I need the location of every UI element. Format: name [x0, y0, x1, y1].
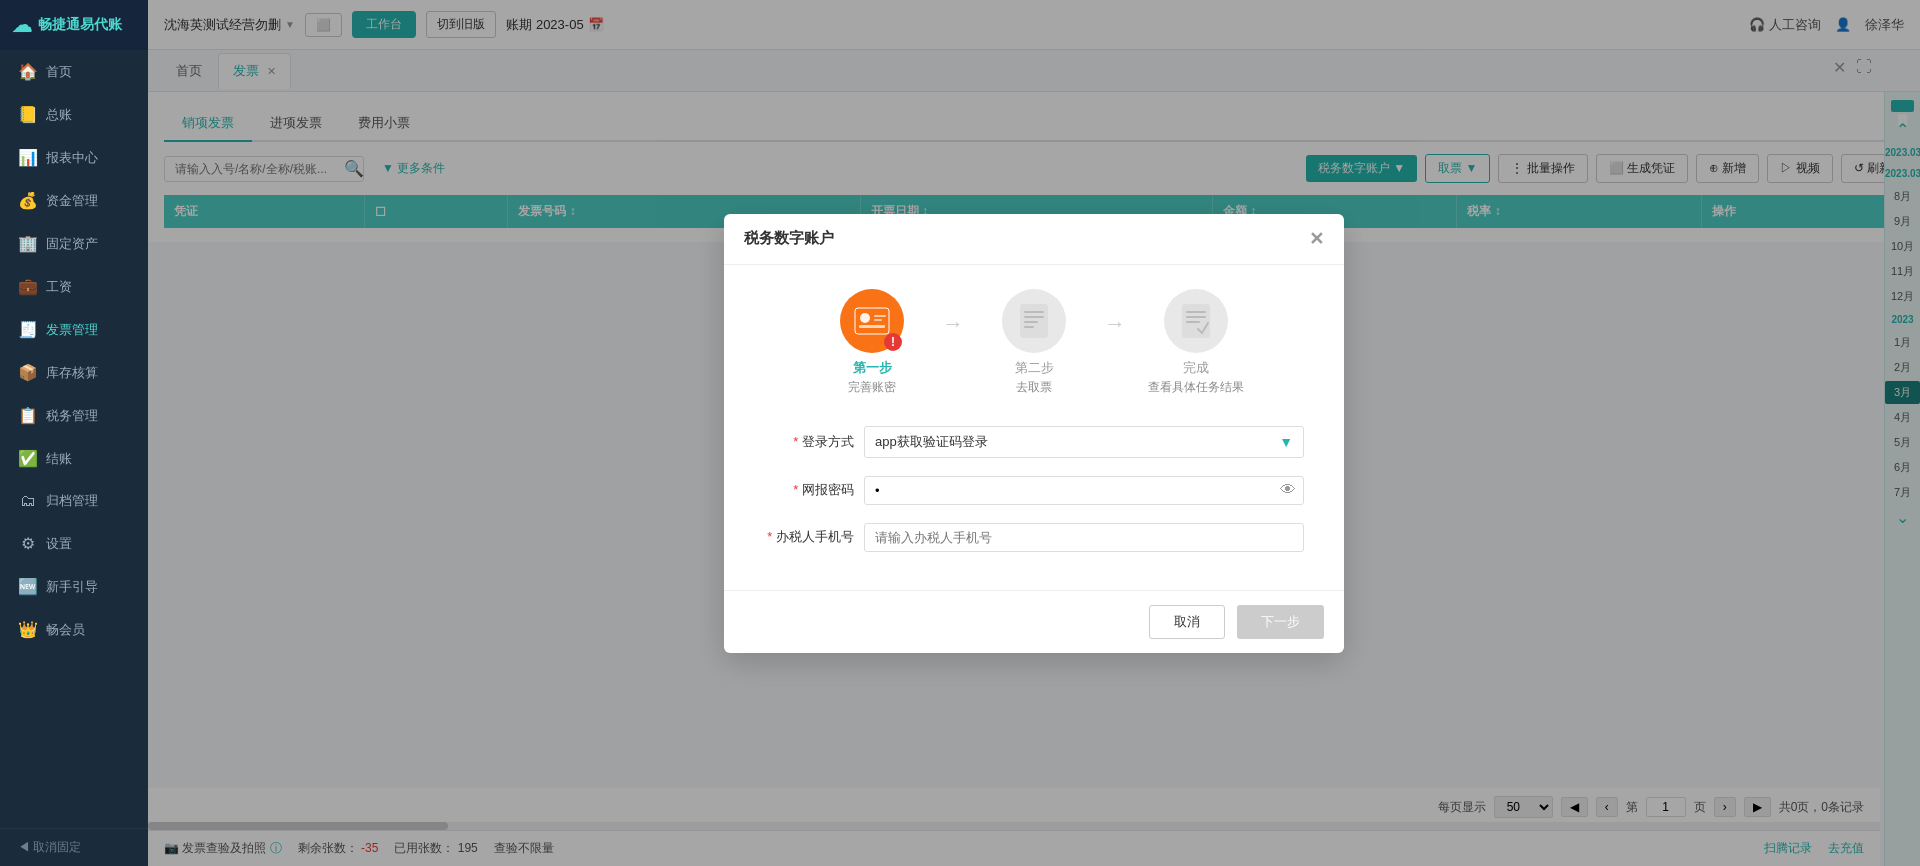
- sidebar-label-ledger: 总账: [46, 106, 72, 124]
- step-3: 完成 查看具体任务结果: [1126, 289, 1266, 396]
- sidebar: ☁ 畅捷通易代账 🏠 首页 📒 总账 📊 报表中心 💰 资金管理 🏢 固定资产 …: [0, 0, 148, 866]
- svg-point-1: [860, 313, 870, 323]
- modal-title: 税务数字账户: [744, 229, 834, 248]
- step2-icon: [1002, 289, 1066, 353]
- home-icon: 🏠: [18, 62, 38, 81]
- sidebar-item-ledger[interactable]: 📒 总账: [0, 93, 148, 136]
- step1-label: 第一步: [853, 359, 892, 377]
- logo-icon: ☁: [12, 13, 32, 37]
- cancel-btn[interactable]: 取消: [1149, 605, 1225, 639]
- unpin-icon: ◀: [18, 840, 30, 854]
- svg-rect-12: [1186, 316, 1206, 318]
- modal-header: 税务数字账户 ✕: [724, 214, 1344, 265]
- app-name: 畅捷通易代账: [38, 16, 122, 34]
- select-chevron-icon: ▼: [1279, 434, 1293, 450]
- step3-label: 完成: [1183, 359, 1209, 377]
- member-icon: 👑: [18, 620, 38, 639]
- modal-overlay: 税务数字账户 ✕: [148, 0, 1920, 866]
- sidebar-item-reports[interactable]: 📊 报表中心: [0, 136, 148, 179]
- salary-icon: 💼: [18, 277, 38, 296]
- steps-indicator: ! 第一步 完善账密 →: [764, 289, 1304, 396]
- sidebar-item-invoice[interactable]: 🧾 发票管理: [0, 308, 148, 351]
- modal-footer: 取消 下一步: [724, 590, 1344, 653]
- svg-rect-0: [855, 308, 889, 334]
- assets-icon: 🏢: [18, 234, 38, 253]
- step-2: 第二步 去取票: [964, 289, 1104, 396]
- invoice-icon: 🧾: [18, 320, 38, 339]
- sidebar-item-archive[interactable]: 🗂 归档管理: [0, 480, 148, 522]
- phone-input[interactable]: [864, 523, 1304, 552]
- svg-rect-2: [859, 325, 885, 328]
- next-btn[interactable]: 下一步: [1237, 605, 1324, 639]
- reports-icon: 📊: [18, 148, 38, 167]
- sidebar-item-tax[interactable]: 📋 税务管理: [0, 394, 148, 437]
- sidebar-item-guide[interactable]: 🆕 新手引导: [0, 565, 148, 608]
- sidebar-item-funds[interactable]: 💰 资金管理: [0, 179, 148, 222]
- password-toggle-icon[interactable]: 👁: [1280, 481, 1296, 499]
- password-row: * 网报密码 👁: [764, 476, 1304, 505]
- sidebar-label-settings: 设置: [46, 535, 72, 553]
- login-method-label: * 登录方式: [764, 433, 854, 451]
- step-arrow-1: →: [942, 311, 964, 337]
- sidebar-item-assets[interactable]: 🏢 固定资产: [0, 222, 148, 265]
- step2-label: 第二步: [1015, 359, 1054, 377]
- svg-rect-8: [1024, 321, 1038, 323]
- archive-icon: 🗂: [18, 492, 38, 510]
- sidebar-label-tax: 税务管理: [46, 407, 98, 425]
- modal-body: ! 第一步 完善账密 →: [724, 265, 1344, 590]
- sidebar-label-assets: 固定资产: [46, 235, 98, 253]
- sidebar-item-member[interactable]: 👑 畅会员: [0, 608, 148, 651]
- svg-rect-3: [874, 315, 886, 317]
- password-input[interactable]: [864, 476, 1304, 505]
- sidebar-label-salary: 工资: [46, 278, 72, 296]
- step2-desc: 去取票: [1016, 379, 1052, 396]
- password-wrap: 👁: [864, 476, 1304, 505]
- modal-close-btn[interactable]: ✕: [1309, 228, 1324, 250]
- login-method-value: app获取验证码登录: [875, 433, 988, 451]
- svg-rect-9: [1024, 326, 1034, 328]
- sidebar-item-salary[interactable]: 💼 工资: [0, 265, 148, 308]
- app-logo: ☁ 畅捷通易代账: [0, 0, 148, 50]
- step1-icon-wrap: !: [840, 289, 904, 353]
- phone-label: * 办税人手机号: [764, 528, 854, 546]
- step-1: ! 第一步 完善账密: [802, 289, 942, 396]
- step1-error-badge: !: [884, 333, 902, 351]
- phone-row: * 办税人手机号: [764, 523, 1304, 552]
- svg-rect-11: [1186, 311, 1206, 313]
- login-method-row: * 登录方式 app获取验证码登录 ▼: [764, 426, 1304, 458]
- svg-rect-13: [1186, 321, 1200, 323]
- sidebar-label-funds: 资金管理: [46, 192, 98, 210]
- tax-icon: 📋: [18, 406, 38, 425]
- settings-icon: ⚙: [18, 534, 38, 553]
- tax-digital-modal: 税务数字账户 ✕: [724, 214, 1344, 653]
- sidebar-item-checkout[interactable]: ✅ 结账: [0, 437, 148, 480]
- step3-icon: [1164, 289, 1228, 353]
- svg-rect-4: [874, 319, 882, 321]
- sidebar-label-invoice: 发票管理: [46, 321, 98, 339]
- step1-desc: 完善账密: [848, 379, 896, 396]
- step-arrow-2: →: [1104, 311, 1126, 337]
- funds-icon: 💰: [18, 191, 38, 210]
- sidebar-item-home[interactable]: 🏠 首页: [0, 50, 148, 93]
- inventory-icon: 📦: [18, 363, 38, 382]
- step3-desc: 查看具体任务结果: [1148, 379, 1244, 396]
- sidebar-label-inventory: 库存核算: [46, 364, 98, 382]
- password-label: * 网报密码: [764, 481, 854, 499]
- sidebar-label-reports: 报表中心: [46, 149, 98, 167]
- sidebar-label-archive: 归档管理: [46, 492, 98, 510]
- sidebar-label-member: 畅会员: [46, 621, 85, 639]
- sidebar-label-checkout: 结账: [46, 450, 72, 468]
- checkout-icon: ✅: [18, 449, 38, 468]
- sidebar-label-guide: 新手引导: [46, 578, 98, 596]
- login-method-select[interactable]: app获取验证码登录 ▼: [864, 426, 1304, 458]
- guide-icon: 🆕: [18, 577, 38, 596]
- svg-rect-6: [1024, 311, 1044, 313]
- unpin-sidebar-btn[interactable]: ◀ 取消固定: [0, 828, 148, 866]
- svg-rect-7: [1024, 316, 1044, 318]
- sidebar-item-inventory[interactable]: 📦 库存核算: [0, 351, 148, 394]
- sidebar-label-home: 首页: [46, 63, 72, 81]
- sidebar-item-settings[interactable]: ⚙ 设置: [0, 522, 148, 565]
- ledger-icon: 📒: [18, 105, 38, 124]
